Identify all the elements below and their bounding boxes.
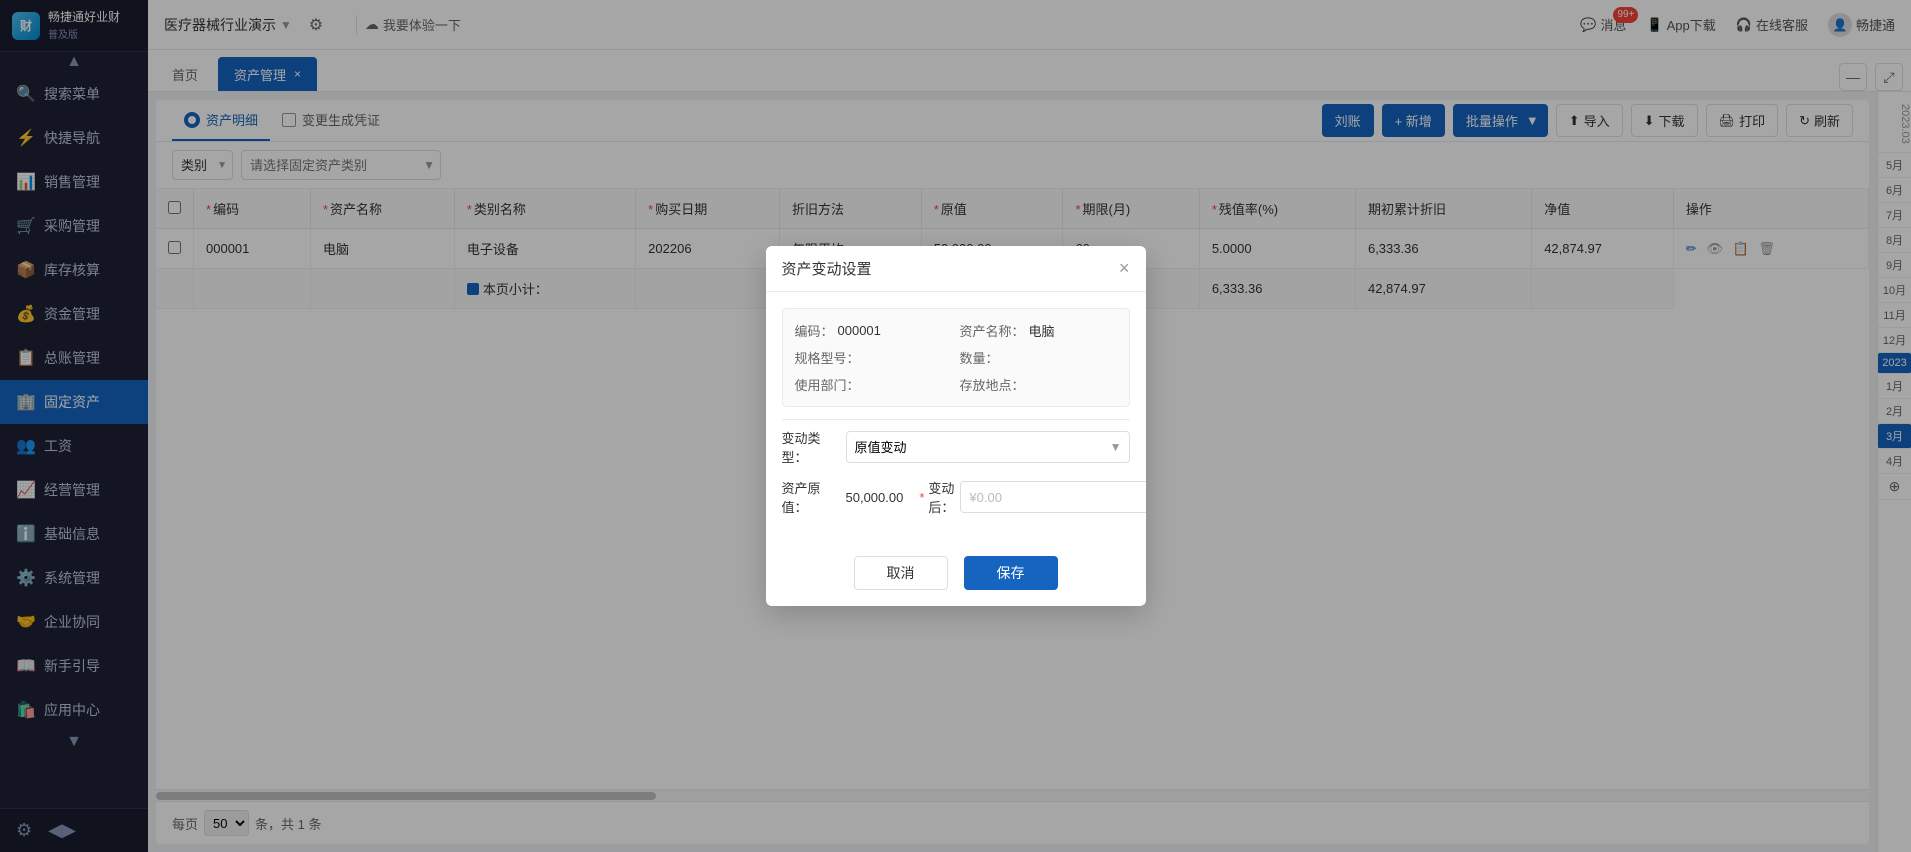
modal-overlay[interactable]: 资产变动设置 × 编码： 000001 资产名称： 电脑 规格型号： 数量： bbox=[0, 0, 1911, 852]
modal-title: 资产变动设置 bbox=[782, 258, 872, 279]
modal-spec-item: 规格型号： bbox=[795, 348, 952, 367]
modal-footer: 取消 保存 bbox=[766, 544, 1146, 606]
save-button[interactable]: 保存 bbox=[964, 556, 1058, 590]
original-value-display: 50,000.00 bbox=[846, 490, 904, 505]
cancel-button[interactable]: 取消 bbox=[854, 556, 948, 590]
modal-original-value-row: 资产原值： 50,000.00 * 变动后： bbox=[782, 478, 1130, 516]
after-required-mark: * bbox=[919, 490, 924, 505]
modal-header: 资产变动设置 × bbox=[766, 246, 1146, 292]
modal-quantity-item: 数量： bbox=[960, 348, 1117, 367]
modal-quantity-label: 数量： bbox=[960, 348, 999, 367]
original-value-label: 资产原值： bbox=[782, 478, 846, 516]
modal-location-item: 存放地点： bbox=[960, 375, 1117, 394]
modal-name-item: 资产名称： 电脑 bbox=[960, 321, 1117, 340]
after-value-input[interactable] bbox=[960, 481, 1145, 513]
modal-body: 编码： 000001 资产名称： 电脑 规格型号： 数量： 使用部门： bbox=[766, 292, 1146, 544]
change-type-label: 变动类型： bbox=[782, 428, 846, 466]
modal-close-btn[interactable]: × bbox=[1119, 258, 1130, 279]
modal-department-item: 使用部门： bbox=[795, 375, 952, 394]
modal-code-value: 000001 bbox=[838, 323, 881, 338]
modal-info-grid: 编码： 000001 资产名称： 电脑 规格型号： 数量： 使用部门： bbox=[782, 308, 1130, 407]
modal-location-label: 存放地点： bbox=[960, 375, 1025, 394]
modal-department-label: 使用部门： bbox=[795, 375, 860, 394]
asset-change-modal: 资产变动设置 × 编码： 000001 资产名称： 电脑 规格型号： 数量： bbox=[766, 246, 1146, 606]
change-type-select-wrapper: 原值变动 ▼ bbox=[846, 431, 1130, 463]
change-type-select[interactable]: 原值变动 bbox=[846, 431, 1130, 463]
modal-code-item: 编码： 000001 bbox=[795, 321, 952, 340]
modal-change-type-row: 变动类型： 原值变动 ▼ bbox=[782, 428, 1130, 466]
after-label: 变动后： bbox=[928, 478, 954, 516]
modal-name-value: 电脑 bbox=[1029, 321, 1055, 340]
modal-spec-label: 规格型号： bbox=[795, 348, 860, 367]
modal-code-label: 编码： bbox=[795, 321, 834, 340]
modal-name-label: 资产名称： bbox=[960, 321, 1025, 340]
modal-divider bbox=[782, 419, 1130, 420]
